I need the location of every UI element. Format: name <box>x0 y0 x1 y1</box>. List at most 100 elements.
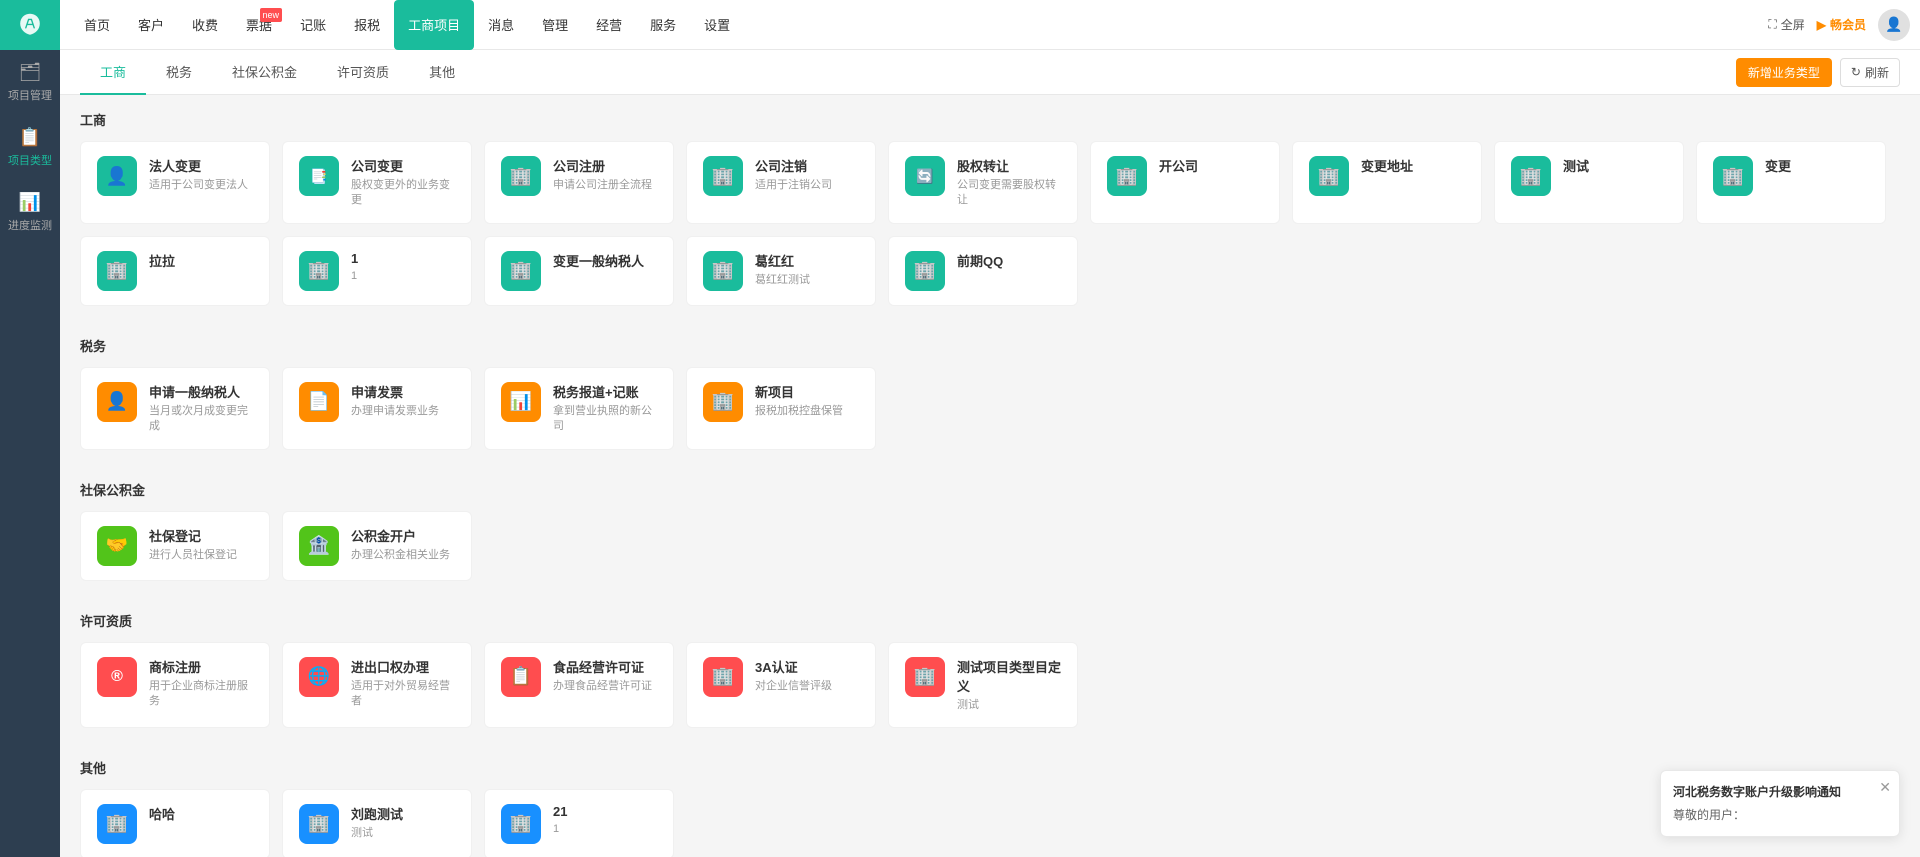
card-icon-import-export: 🌐 <box>299 657 339 697</box>
add-type-button[interactable]: 新增业务类型 <box>1736 58 1832 87</box>
card-icon-change-tax: 🏢 <box>501 251 541 291</box>
card-icon-haha: 🏢 <box>97 804 137 844</box>
card-icon-3a-cert: 🏢 <box>703 657 743 697</box>
member-btn[interactable]: ▶ 畅会员 <box>1817 16 1866 33</box>
topnav-customer[interactable]: 客户 <box>124 0 178 50</box>
card-icon-apply-invoice: 📄 <box>299 382 339 422</box>
subtab-other[interactable]: 其他 <box>409 50 475 95</box>
card-apply-general-tax[interactable]: 👤 申请一般纳税人 当月或次月成变更完成 <box>80 367 270 450</box>
fullscreen-btn[interactable]: ⛶ 全屏 <box>1768 16 1804 33</box>
user-avatar[interactable]: 👤 <box>1878 9 1910 41</box>
card-tax-report-accounting[interactable]: 📊 税务报道+记账 拿到营业执照的新公司 <box>484 367 674 450</box>
page-content: 工商 税务 社保公积金 许可资质 其他 新增业务类型 ↻ 刷新 工商 <box>60 50 1920 857</box>
card-icon-lala: 🏢 <box>97 251 137 291</box>
refresh-icon: ↻ <box>1851 65 1861 79</box>
topnav-operations[interactable]: 经营 <box>582 0 636 50</box>
card-change-address[interactable]: 🏢 变更地址 <box>1292 141 1482 224</box>
card-icon-change-address: 🏢 <box>1309 156 1349 196</box>
sidebar-item-label: 进度监测 <box>8 217 52 233</box>
card-company-reg[interactable]: 🏢 公司注册 申请公司注册全流程 <box>484 141 674 224</box>
card-equity-transfer[interactable]: 🔄 股权转让 公司变更需要股权转让 <box>888 141 1078 224</box>
topnav-commerce[interactable]: 工商项目 <box>394 0 474 50</box>
topnav: 首页 客户 收费 票据 new 记账 报税 工商项目 消息 管理 经营 服务 设… <box>60 0 1920 50</box>
section-tax: 税务 👤 申请一般纳税人 当月或次月成变更完成 📄 申请发票 办理申请 <box>60 321 1920 465</box>
card-icon-legal-change: 👤 <box>97 156 137 196</box>
card-ge-honghong[interactable]: 🏢 葛红红 葛红红测试 <box>686 236 876 306</box>
social-cards-grid: 🤝 社保登记 进行人员社保登记 🏦 公积金开户 办理公积金相关业务 <box>80 511 1900 581</box>
other-cards-grid: 🏢 哈哈 🏢 刘跑测试 测试 🏢 <box>80 789 1900 857</box>
card-apply-invoice[interactable]: 📄 申请发票 办理申请发票业务 <box>282 367 472 450</box>
section-license: 许可资质 ® 商标注册 用于企业商标注册服务 🌐 进出口权办理 适用于对 <box>60 596 1920 743</box>
section-tax-title: 税务 <box>80 336 1900 355</box>
topnav-message[interactable]: 消息 <box>474 0 528 50</box>
progress-monitor-icon: 📊 <box>19 192 41 213</box>
card-icon-pre-qq: 🏢 <box>905 251 945 291</box>
topnav-accounting[interactable]: 记账 <box>286 0 340 50</box>
card-change-tax[interactable]: 🏢 变更一般纳税人 <box>484 236 674 306</box>
subtab-commerce[interactable]: 工商 <box>80 50 146 95</box>
card-company-cancel[interactable]: 🏢 公司注销 适用于注销公司 <box>686 141 876 224</box>
card-twentyone[interactable]: 🏢 21 1 <box>484 789 674 857</box>
card-fund-account[interactable]: 🏦 公积金开户 办理公积金相关业务 <box>282 511 472 581</box>
commerce-cards-grid: 👤 法人变更 适用于公司变更法人 📑 公司变更 股权变更外的业务变更 <box>80 141 1900 306</box>
card-social-reg[interactable]: 🤝 社保登记 进行人员社保登记 <box>80 511 270 581</box>
notification-title: 河北税务数字账户升级影响通知 <box>1673 783 1887 800</box>
card-change[interactable]: 🏢 变更 <box>1696 141 1886 224</box>
topnav-tax[interactable]: 报税 <box>340 0 394 50</box>
card-legal-change[interactable]: 👤 法人变更 适用于公司变更法人 <box>80 141 270 224</box>
notification-body: 尊敬的用户： <box>1673 806 1887 824</box>
card-test-type-def[interactable]: 🏢 测试项目类型目定义 测试 <box>888 642 1078 728</box>
card-test[interactable]: 🏢 测试 <box>1494 141 1684 224</box>
card-open-company[interactable]: 🏢 开公司 <box>1090 141 1280 224</box>
topnav-settings[interactable]: 设置 <box>690 0 744 50</box>
sidebar-item-progress-monitor[interactable]: 📊 进度监测 <box>0 180 60 245</box>
sidebar-item-project-manage[interactable]: 🗂 项目管理 <box>0 50 60 115</box>
card-new-project[interactable]: 🏢 新项目 报税加税控盘保管 <box>686 367 876 450</box>
sidebar-item-label: 项目类型 <box>8 152 52 168</box>
card-trademark-reg[interactable]: ® 商标注册 用于企业商标注册服务 <box>80 642 270 728</box>
topnav-billing[interactable]: 收费 <box>178 0 232 50</box>
license-cards-grid: ® 商标注册 用于企业商标注册服务 🌐 进出口权办理 适用于对外贸易经营者 <box>80 642 1900 728</box>
card-food-license[interactable]: 📋 食品经营许可证 办理食品经营许可证 <box>484 642 674 728</box>
section-commerce-title: 工商 <box>80 110 1900 129</box>
card-icon-tax-report-accounting: 📊 <box>501 382 541 422</box>
card-company-change[interactable]: 📑 公司变更 股权变更外的业务变更 <box>282 141 472 224</box>
topnav-invoice[interactable]: 票据 new <box>232 0 286 50</box>
card-icon-change: 🏢 <box>1713 156 1753 196</box>
card-3a-cert[interactable]: 🏢 3A认证 对企业信誉评级 <box>686 642 876 728</box>
subtab-license[interactable]: 许可资质 <box>317 50 409 95</box>
section-license-title: 许可资质 <box>80 611 1900 630</box>
card-haha[interactable]: 🏢 哈哈 <box>80 789 270 857</box>
card-icon-test: 🏢 <box>1511 156 1551 196</box>
card-pre-qq[interactable]: 🏢 前期QQ <box>888 236 1078 306</box>
sidebar-item-label: 项目管理 <box>8 87 52 103</box>
card-import-export[interactable]: 🌐 进出口权办理 适用于对外贸易经营者 <box>282 642 472 728</box>
sidebar-logo <box>0 0 60 50</box>
subtab-social[interactable]: 社保公积金 <box>212 50 317 95</box>
logo-icon <box>16 11 44 39</box>
subtab-tax[interactable]: 税务 <box>146 50 212 95</box>
card-icon-social-reg: 🤝 <box>97 526 137 566</box>
card-one[interactable]: 🏢 1 1 <box>282 236 472 306</box>
card-icon-equity-transfer: 🔄 <box>905 156 945 196</box>
card-liu-pao-test[interactable]: 🏢 刘跑测试 测试 <box>282 789 472 857</box>
card-icon-ge-honghong: 🏢 <box>703 251 743 291</box>
section-other-title: 其他 <box>80 758 1900 777</box>
topnav-service[interactable]: 服务 <box>636 0 690 50</box>
notification-close-btn[interactable]: ✕ <box>1879 779 1891 796</box>
badge-new: new <box>260 8 283 22</box>
topnav-home[interactable]: 首页 <box>70 0 124 50</box>
card-icon-fund-account: 🏦 <box>299 526 339 566</box>
topnav-manage[interactable]: 管理 <box>528 0 582 50</box>
card-icon-apply-general-tax: 👤 <box>97 382 137 422</box>
section-other: 其他 🏢 哈哈 🏢 刘跑测试 测试 <box>60 743 1920 857</box>
refresh-button[interactable]: ↻ 刷新 <box>1840 58 1900 87</box>
card-icon-company-reg: 🏢 <box>501 156 541 196</box>
section-commerce: 工商 👤 法人变更 适用于公司变更法人 📑 公司变更 股权变更外的业务 <box>60 95 1920 321</box>
project-type-icon: 📋 <box>19 127 41 148</box>
card-icon-trademark-reg: ® <box>97 657 137 697</box>
sidebar-item-project-type[interactable]: 📋 项目类型 <box>0 115 60 180</box>
section-social-title: 社保公积金 <box>80 480 1900 499</box>
card-lala[interactable]: 🏢 拉拉 <box>80 236 270 306</box>
project-manage-icon: 🗂 <box>19 62 42 83</box>
